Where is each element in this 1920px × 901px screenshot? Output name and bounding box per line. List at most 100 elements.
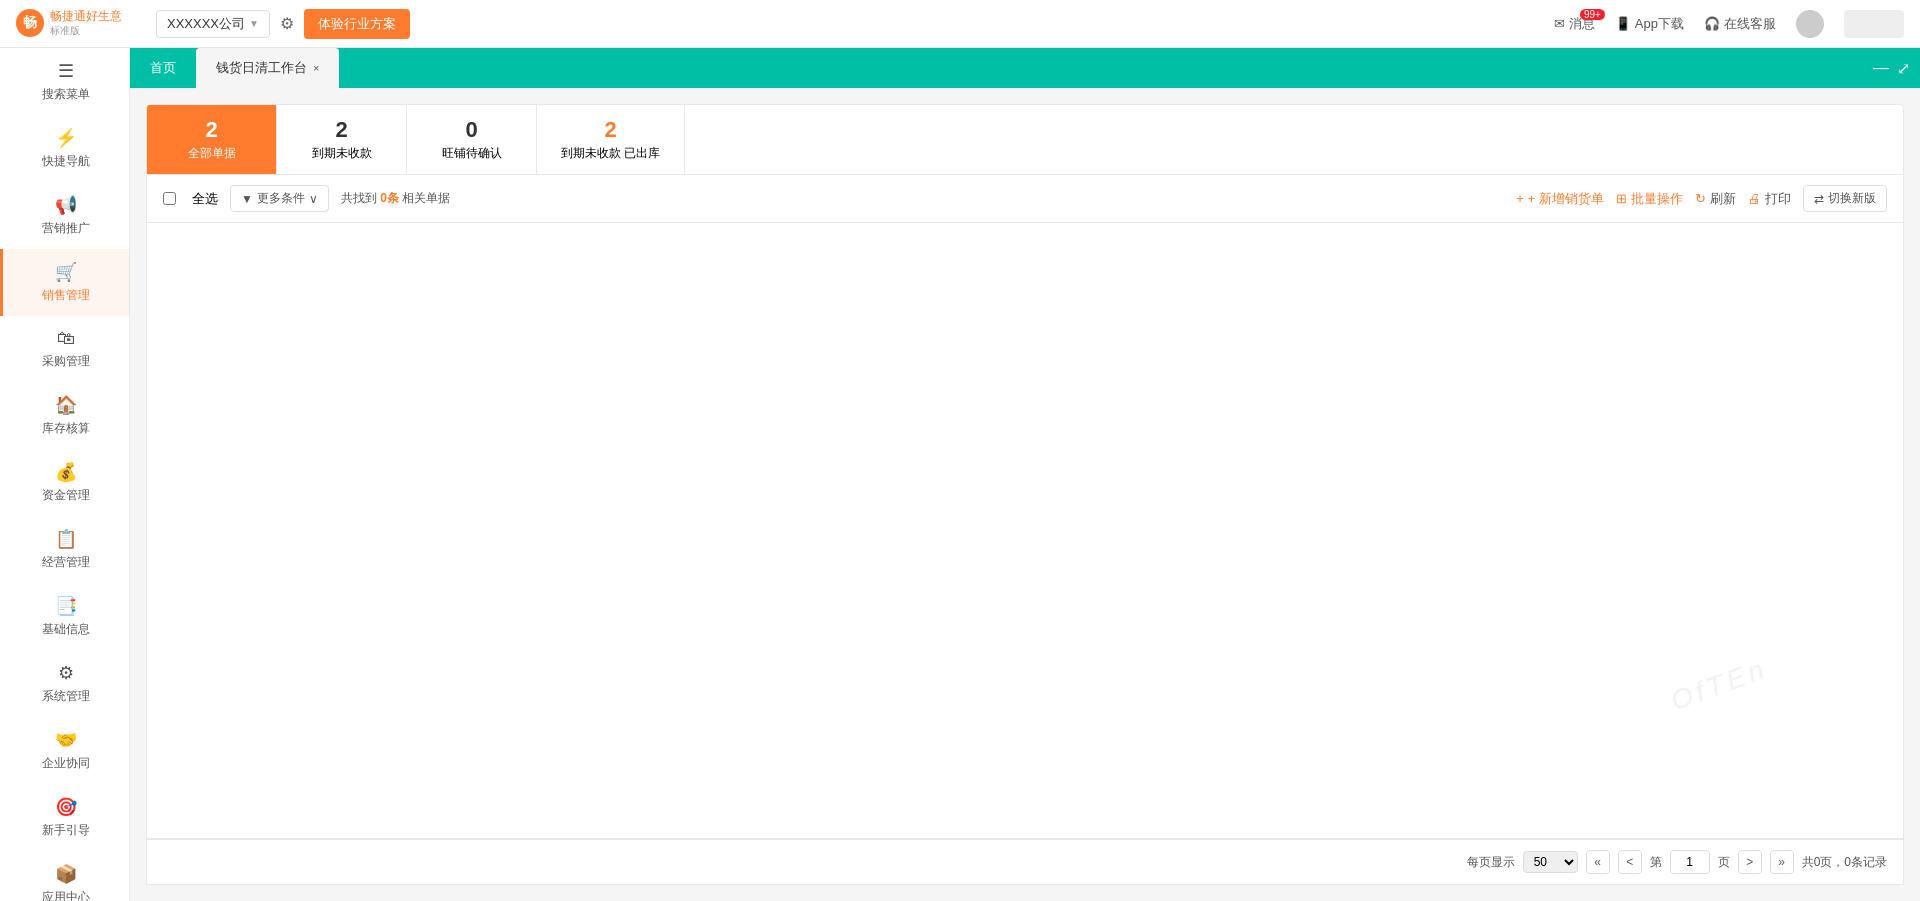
sidebar-label-sys-mgmt: 系统管理 [42, 688, 90, 705]
prev-page-button[interactable]: < [1618, 850, 1642, 874]
print-icon: 🖨 [1748, 191, 1761, 206]
sidebar-item-cooperation[interactable]: 🤝 企业协同 [0, 717, 129, 784]
tab-minimize-button[interactable]: — [1873, 59, 1889, 77]
summary-label-all: 全部单据 [171, 145, 252, 162]
page-suffix: 页 [1718, 854, 1730, 871]
toolbar-right: + + 新增销货单 ⊞ 批量操作 ↻ 刷新 🖨 打印 [1516, 185, 1887, 212]
refresh-icon: ↻ [1695, 191, 1706, 206]
basic-info-icon: 📑 [55, 595, 77, 617]
sidebar-item-purchase-mgmt[interactable]: 🛍 采购管理 [0, 316, 129, 382]
switch-icon: ⇄ [1814, 192, 1824, 206]
operations-icon: 📋 [55, 528, 77, 550]
switch-version-button[interactable]: ⇄ 切换新版 [1803, 185, 1887, 212]
filter-icon: ▼ [241, 192, 253, 206]
sidebar-item-quick-nav[interactable]: ⚡ 快捷导航 [0, 115, 129, 182]
pagination-bar: 每页显示 50 100 200 « < 第 页 > » 共0页，0条记录 [146, 839, 1904, 885]
cooperation-icon: 🤝 [55, 729, 77, 751]
main-layout: ☰ 搜索菜单 ⚡ 快捷导航 📢 营销推广 🛒 销售管理 🛍 采购管理 🏠 库存核… [0, 48, 1920, 901]
summary-tab-pending[interactable]: 0 旺铺待确认 [407, 105, 537, 174]
more-filter-button[interactable]: ▼ 更多条件 ∨ [230, 185, 329, 212]
refresh-button[interactable]: ↻ 刷新 [1695, 190, 1736, 208]
quick-nav-icon: ⚡ [55, 127, 77, 149]
sidebar-item-operations[interactable]: 📋 经营管理 [0, 516, 129, 583]
select-all-checkbox[interactable] [163, 192, 176, 205]
sidebar-item-app-center[interactable]: 📦 应用中心 [0, 851, 129, 901]
summary-label-pending: 旺铺待确认 [431, 145, 512, 162]
sidebar-label-marketing: 营销推广 [42, 220, 90, 237]
table-area [146, 223, 1904, 839]
online-service-action[interactable]: 🎧 在线客服 [1704, 15, 1776, 33]
settings-icon[interactable]: ⚙ [280, 14, 294, 33]
avatar[interactable] [1796, 10, 1824, 38]
last-page-button[interactable]: » [1770, 850, 1794, 874]
toolbar: 全选 ▼ 更多条件 ∨ 共找到 0条 相关单据 + + 新增销货单 [146, 175, 1904, 223]
sidebar-label-sales: 销售管理 [42, 287, 90, 304]
print-label: 打印 [1765, 190, 1791, 208]
print-button[interactable]: 🖨 打印 [1748, 190, 1791, 208]
summary-tab-overdue-shipped[interactable]: 2 到期未收款 已出库 [537, 105, 685, 174]
summary-count-pending: 0 [431, 117, 512, 143]
filter-label: 更多条件 [257, 190, 305, 207]
summary-tabs: 2 全部单据 2 到期未收款 0 旺铺待确认 2 到期未收款 已出库 [146, 104, 1904, 175]
top-header: 畅 畅捷通好生意 标准版 XXXXXX公司 ▼ ⚙ 体验行业方案 ✉ 消息 99… [0, 0, 1920, 48]
first-page-button[interactable]: « [1586, 850, 1610, 874]
sidebar-label-basic-info: 基础信息 [42, 621, 90, 638]
sidebar-item-search-menu[interactable]: ☰ 搜索菜单 [0, 48, 129, 115]
summary-count-overdue: 2 [301, 117, 382, 143]
sidebar-label-operations: 经营管理 [42, 554, 90, 571]
sidebar-label-inventory: 库存核算 [42, 420, 90, 437]
sidebar-item-sales-mgmt[interactable]: 🛒 销售管理 [0, 249, 129, 316]
page-content: 2 全部单据 2 到期未收款 0 旺铺待确认 2 到期未收款 已出库 [130, 88, 1920, 901]
tab-workbench[interactable]: 钱货日清工作台 × [196, 48, 339, 88]
sidebar-label-finance: 资金管理 [42, 487, 90, 504]
sidebar-label-quick-nav: 快捷导航 [42, 153, 90, 170]
sidebar-item-basic-info[interactable]: 📑 基础信息 [0, 583, 129, 650]
summary-tab-all[interactable]: 2 全部单据 [147, 105, 277, 174]
next-page-button[interactable]: > [1738, 850, 1762, 874]
header-right: ✉ 消息 99+ 📱 App下载 🎧 在线客服 [1554, 10, 1904, 38]
page-label: 第 [1650, 854, 1662, 871]
filter-chevron-icon: ∨ [309, 192, 318, 206]
message-action[interactable]: ✉ 消息 99+ [1554, 15, 1595, 33]
sidebar-item-inventory[interactable]: 🏠 库存核算 [0, 382, 129, 449]
batch-operation-button[interactable]: ⊞ 批量操作 [1616, 190, 1683, 208]
user-name-area[interactable] [1844, 10, 1904, 38]
new-sales-order-button[interactable]: + + 新增销货单 [1516, 190, 1604, 208]
message-icon: ✉ [1554, 16, 1565, 31]
inventory-icon: 🏠 [55, 394, 77, 416]
sidebar-item-sys-mgmt[interactable]: ⚙ 系统管理 [0, 650, 129, 717]
try-industry-button[interactable]: 体验行业方案 [304, 9, 410, 39]
batch-label: 批量操作 [1631, 190, 1683, 208]
summary-count-all: 2 [171, 117, 252, 143]
refresh-label: 刷新 [1710, 190, 1736, 208]
marketing-icon: 📢 [55, 194, 77, 216]
select-all-label: 全选 [192, 190, 218, 208]
content-area: 首页 钱货日清工作台 × — ⤢ 2 全部单据 2 到期未收款 [130, 48, 1920, 901]
per-page-label: 每页显示 [1467, 854, 1515, 871]
found-text: 共找到 0条 相关单据 [341, 190, 450, 207]
page-number-input[interactable] [1670, 850, 1710, 874]
batch-icon: ⊞ [1616, 191, 1627, 206]
tab-bar-actions: — ⤢ [1873, 59, 1920, 78]
tab-home[interactable]: 首页 [130, 48, 196, 88]
summary-count-overdue-shipped: 2 [561, 117, 660, 143]
service-icon: 🎧 [1704, 16, 1720, 31]
page-size-select[interactable]: 50 100 200 [1523, 851, 1578, 873]
company-selector[interactable]: XXXXXX公司 ▼ [156, 10, 270, 38]
tab-expand-button[interactable]: ⤢ [1897, 59, 1910, 78]
tab-close-icon[interactable]: × [313, 62, 319, 74]
sidebar-item-guide[interactable]: 🎯 新手引导 [0, 784, 129, 851]
summary-label-overdue: 到期未收款 [301, 145, 382, 162]
sidebar-label-guide: 新手引导 [42, 822, 90, 839]
summary-tab-overdue[interactable]: 2 到期未收款 [277, 105, 407, 174]
sidebar-item-marketing[interactable]: 📢 营销推广 [0, 182, 129, 249]
message-badge: 99+ [1580, 9, 1605, 20]
tab-bar: 首页 钱货日清工作台 × — ⤢ [130, 48, 1920, 88]
app-download-action[interactable]: 📱 App下载 [1615, 15, 1684, 33]
guide-icon: 🎯 [55, 796, 77, 818]
app-center-icon: 📦 [55, 863, 77, 885]
found-count: 0条 [380, 191, 399, 205]
sidebar-label-app-center: 应用中心 [42, 889, 90, 901]
sidebar-item-finance[interactable]: 💰 资金管理 [0, 449, 129, 516]
sidebar: ☰ 搜索菜单 ⚡ 快捷导航 📢 营销推广 🛒 销售管理 🛍 采购管理 🏠 库存核… [0, 48, 130, 901]
